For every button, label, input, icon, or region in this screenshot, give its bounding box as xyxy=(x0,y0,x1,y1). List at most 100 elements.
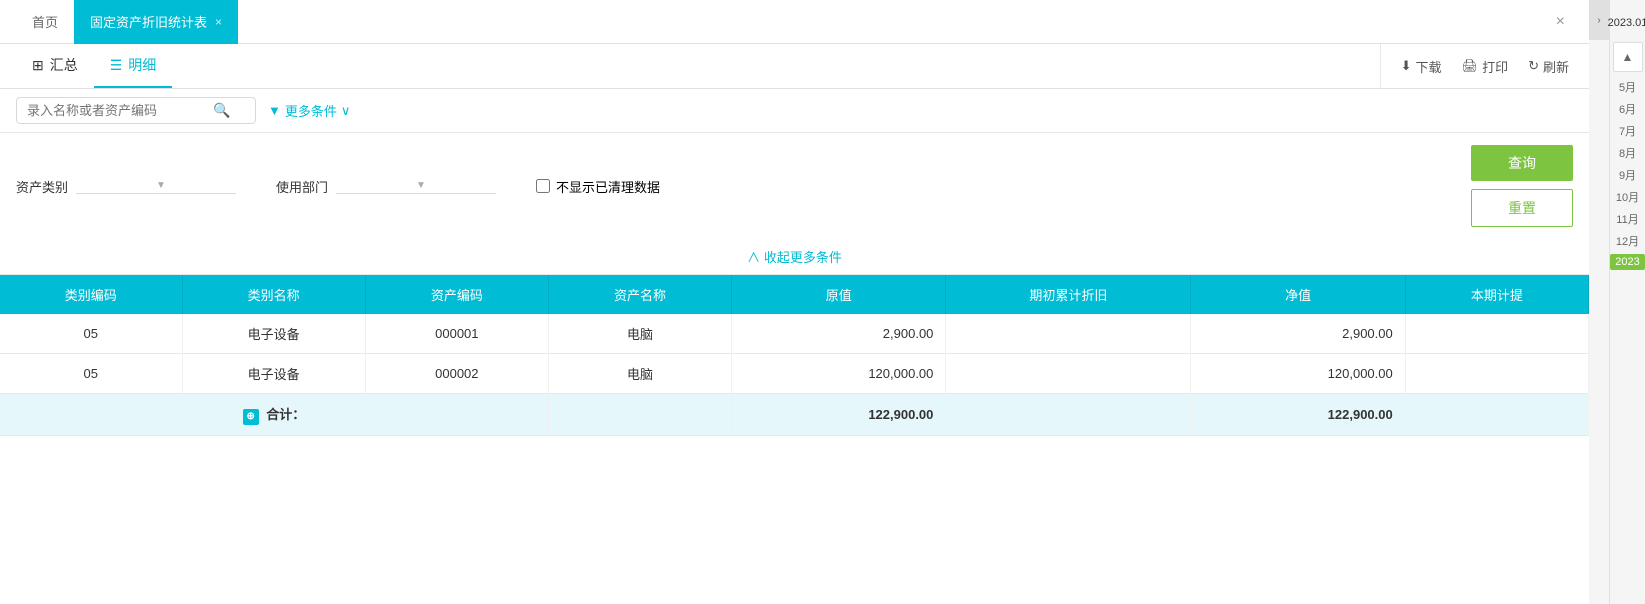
cell-category-name: 电子设备 xyxy=(182,354,365,394)
refresh-label: 刷新 xyxy=(1543,57,1569,76)
cell-net-value: 2,900.00 xyxy=(1191,314,1405,354)
hide-cleared-checkbox[interactable] xyxy=(536,179,550,193)
tab-title: 固定资产折旧统计表 xyxy=(90,12,207,31)
sidebar-month-item[interactable]: 12月 xyxy=(1616,230,1639,252)
tab-close-icon[interactable]: × xyxy=(215,15,222,29)
filter-buttons: 查询 重置 xyxy=(1471,145,1573,227)
sidebar-expand-button[interactable]: › xyxy=(1589,0,1609,40)
tab-bar: ⊞ 汇总 ☰ 明细 xyxy=(0,44,1380,88)
cell-original-value: 120,000.00 xyxy=(732,354,946,394)
total-asset-name xyxy=(548,394,731,436)
cell-category-code: 05 xyxy=(0,314,182,354)
total-label: 合计： xyxy=(266,407,305,422)
sidebar-month-item[interactable]: 7月 xyxy=(1616,120,1639,142)
dept-arrow-icon: ▼ xyxy=(416,180,496,191)
search-input[interactable] xyxy=(27,103,207,118)
table-row: 05 电子设备 000002 电脑 120,000.00 120,000.00 xyxy=(0,354,1589,394)
download-label: 下载 xyxy=(1416,57,1442,76)
search-input-wrap: 🔍 xyxy=(16,97,256,124)
dept-select[interactable]: ▼ xyxy=(336,178,496,194)
table-total-row: ⊕ 合计： 122,900.00 122,900.00 xyxy=(0,394,1589,436)
sidebar-month-item[interactable]: 11月 xyxy=(1616,208,1639,230)
sidebar-month-item[interactable]: 5月 xyxy=(1616,76,1639,98)
sidebar-up-button[interactable]: ▲ xyxy=(1613,42,1643,72)
collapse-conditions-button[interactable]: ∧ 收起更多条件 xyxy=(16,239,1573,274)
sidebar-year-label: 2023.01 xyxy=(1608,8,1645,38)
search-icon[interactable]: 🔍 xyxy=(213,102,230,119)
cell-current-depreciation xyxy=(1405,354,1588,394)
cell-asset-name: 电脑 xyxy=(548,314,731,354)
collapse-label: 收起更多条件 xyxy=(764,250,842,265)
cell-category-name: 电子设备 xyxy=(182,314,365,354)
reset-button[interactable]: 重置 xyxy=(1471,189,1573,227)
total-icon: ⊕ xyxy=(243,409,259,425)
asset-type-select[interactable]: ▼ xyxy=(76,178,236,194)
more-conditions-button[interactable]: ▼ 更多条件 ∨ xyxy=(268,101,350,120)
filter-panel: 资产类别 ▼ 使用部门 ▼ 不显示已清理数据 查询 重置 xyxy=(0,133,1589,275)
cell-category-code: 05 xyxy=(0,354,182,394)
search-bar: 🔍 ▼ 更多条件 ∨ xyxy=(0,89,1589,133)
sidebar-months: 5月6月7月8月9月10月11月12月 xyxy=(1616,76,1639,252)
home-nav-item[interactable]: 首页 xyxy=(16,12,74,31)
depreciation-table: 类别编码 类别名称 资产编码 资产名称 原值 期初累计折旧 净值 本期计提 05… xyxy=(0,275,1589,436)
cell-original-value: 2,900.00 xyxy=(732,314,946,354)
total-original-value: 122,900.00 xyxy=(732,394,946,436)
window-close-button[interactable]: × xyxy=(1548,9,1573,35)
total-net-value: 122,900.00 xyxy=(1191,394,1405,436)
refresh-button[interactable]: ↻ 刷新 xyxy=(1528,57,1569,76)
hide-cleared-filter: 不显示已清理数据 xyxy=(536,177,660,196)
download-icon: ⬇ xyxy=(1401,58,1412,74)
data-table-container: 类别编码 类别名称 资产编码 资产名称 原值 期初累计折旧 净值 本期计提 05… xyxy=(0,275,1589,604)
cell-asset-name: 电脑 xyxy=(548,354,731,394)
total-label-cell: ⊕ 合计： xyxy=(0,394,548,436)
print-button[interactable]: 🖨 打印 xyxy=(1462,57,1509,76)
cell-current-depreciation xyxy=(1405,314,1588,354)
col-original-value: 原值 xyxy=(732,275,946,314)
download-button[interactable]: ⬇ 下载 xyxy=(1401,57,1442,76)
sidebar-month-item[interactable]: 9月 xyxy=(1616,164,1639,186)
dept-filter: 使用部门 ▼ xyxy=(276,177,496,196)
cell-accumulated-depreciation xyxy=(946,314,1191,354)
col-current-depreciation: 本期计提 xyxy=(1405,275,1588,314)
tab-summary-label: 汇总 xyxy=(50,55,78,75)
col-asset-name: 资产名称 xyxy=(548,275,731,314)
filter-icon: ▼ xyxy=(268,103,281,118)
sidebar-month-item[interactable]: 10月 xyxy=(1616,186,1639,208)
asset-type-label: 资产类别 xyxy=(16,177,68,196)
hide-cleared-label: 不显示已清理数据 xyxy=(556,177,660,196)
col-accumulated-depreciation: 期初累计折旧 xyxy=(946,275,1191,314)
detail-icon: ☰ xyxy=(110,57,123,74)
col-asset-code: 资产编码 xyxy=(365,275,548,314)
toolbar: ⬇ 下载 🖨 打印 ↻ 刷新 xyxy=(1380,44,1589,88)
active-tab[interactable]: 固定资产折旧统计表 × xyxy=(74,0,238,44)
print-label: 打印 xyxy=(1482,57,1508,76)
cell-net-value: 120,000.00 xyxy=(1191,354,1405,394)
right-sidebar: 2023.01 ▲ 5月6月7月8月9月10月11月12月 2023 xyxy=(1609,0,1645,604)
filter-label: 更多条件 xyxy=(285,101,337,120)
asset-type-arrow-icon: ▼ xyxy=(156,180,236,191)
cell-accumulated-depreciation xyxy=(946,354,1191,394)
refresh-icon: ↻ xyxy=(1528,58,1539,74)
dept-label: 使用部门 xyxy=(276,177,328,196)
sidebar-year-badge[interactable]: 2023 xyxy=(1610,254,1645,270)
tab-detail[interactable]: ☰ 明细 xyxy=(94,44,173,88)
query-button[interactable]: 查询 xyxy=(1471,145,1573,181)
total-current-depreciation xyxy=(1405,394,1588,436)
table-row: 05 电子设备 000001 电脑 2,900.00 2,900.00 xyxy=(0,314,1589,354)
sidebar-month-item[interactable]: 6月 xyxy=(1616,98,1639,120)
table-header-row: 类别编码 类别名称 资产编码 资产名称 原值 期初累计折旧 净值 本期计提 xyxy=(0,275,1589,314)
col-net-value: 净值 xyxy=(1191,275,1405,314)
collapse-icon: ∧ xyxy=(747,250,760,265)
sidebar-month-item[interactable]: 8月 xyxy=(1616,142,1639,164)
summary-icon: ⊞ xyxy=(32,57,44,74)
col-category-code: 类别编码 xyxy=(0,275,182,314)
chevron-down-icon: ∨ xyxy=(341,103,351,119)
tab-detail-label: 明细 xyxy=(128,55,156,75)
top-nav: 首页 固定资产折旧统计表 × × xyxy=(0,0,1589,44)
cell-asset-code: 000002 xyxy=(365,354,548,394)
cell-asset-code: 000001 xyxy=(365,314,548,354)
tab-summary[interactable]: ⊞ 汇总 xyxy=(16,44,94,88)
asset-type-filter: 资产类别 ▼ xyxy=(16,177,236,196)
col-category-name: 类别名称 xyxy=(182,275,365,314)
print-icon: 🖨 xyxy=(1462,58,1479,74)
